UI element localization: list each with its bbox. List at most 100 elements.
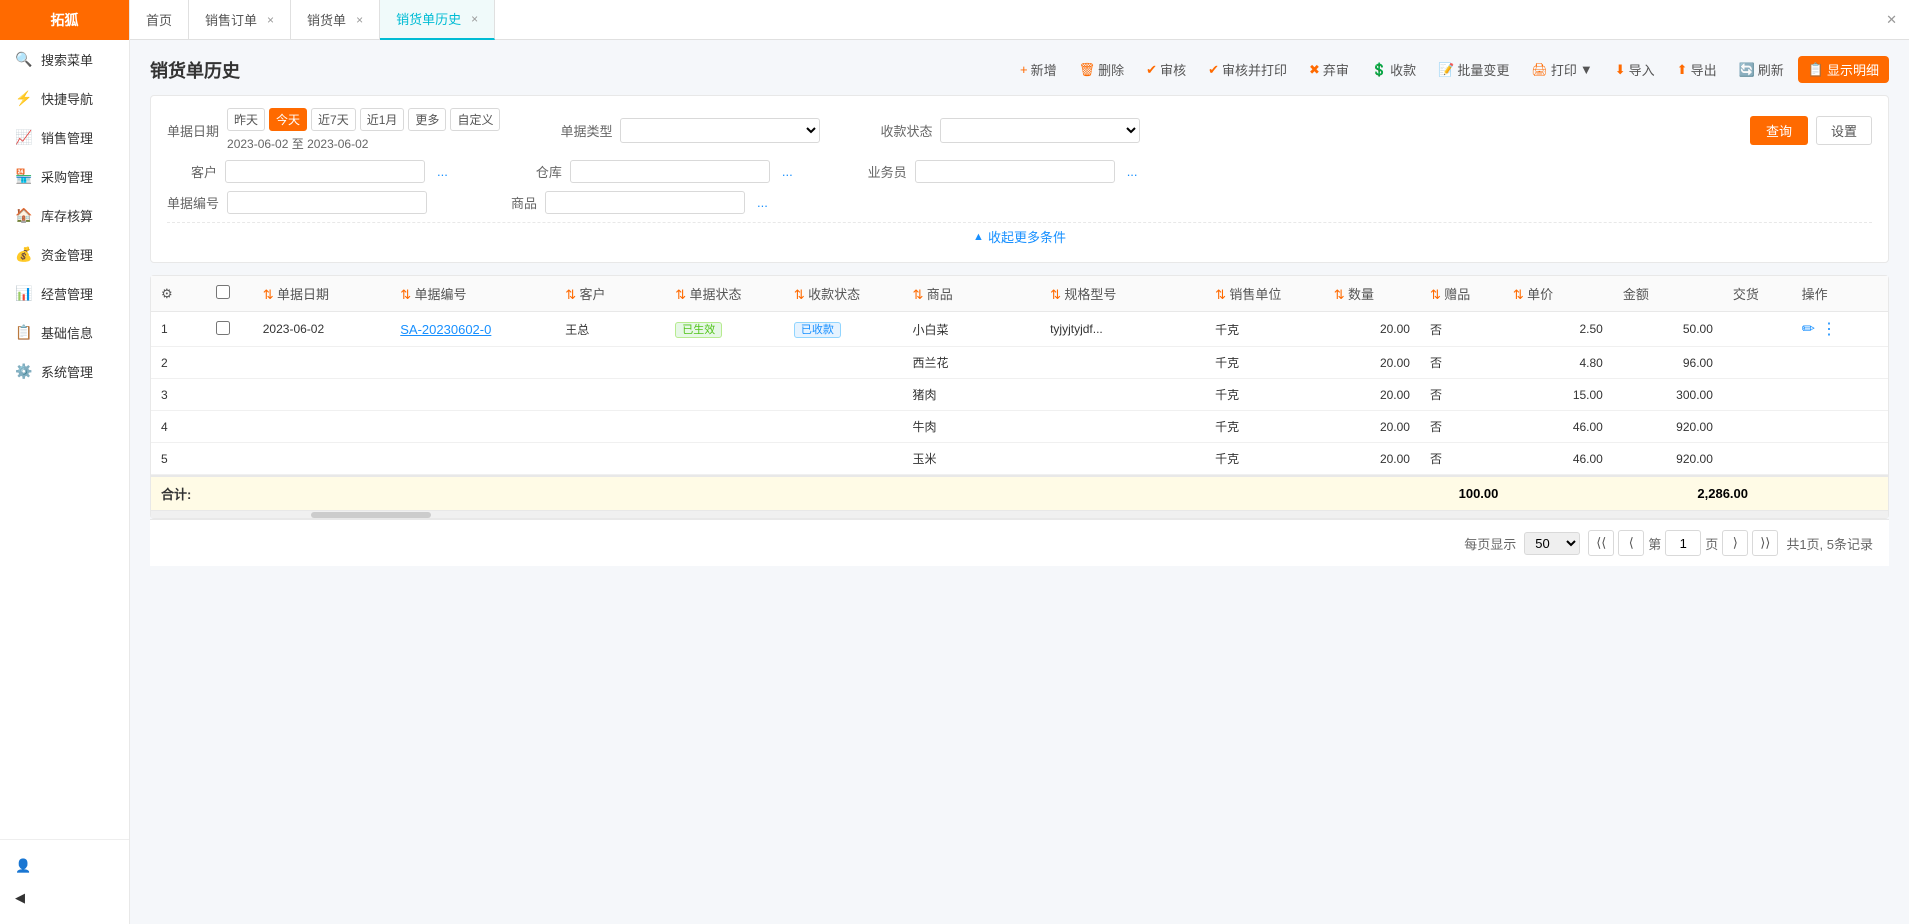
sidebar-item-purchase[interactable]: 🏪 采购管理 [0,157,129,196]
filter-salesperson: 业务员 ... [857,160,1142,183]
sidebar-item-inventory[interactable]: 🏠 库存核算 [0,196,129,235]
warehouse-ellipsis[interactable]: ... [778,164,797,179]
filter-settings-button[interactable]: 设置 [1816,116,1872,145]
more-action-btn[interactable]: ⋮ [1821,319,1837,339]
collect-button[interactable]: 💲 收款 [1363,56,1424,83]
goods-ellipsis[interactable]: ... [753,195,772,210]
sidebar-item-system[interactable]: ⚙️ 系统管理 [0,352,129,391]
row-num: 3 [151,379,206,411]
row-trade [1723,347,1792,379]
discard-button[interactable]: ✖ 弃审 [1301,56,1357,83]
delete-button[interactable]: 🗑 删除 [1071,56,1133,83]
table-header: ⚙ ⇅ 单据日期 ⇅ 单据编号 [151,276,1888,312]
sidebar-item-search[interactable]: 🔍 搜索菜单 [0,40,129,79]
review-button[interactable]: ✔ 审核 [1138,56,1194,83]
row-spec [1040,379,1205,411]
date-shortcuts: 昨天 今天 近7天 近1月 更多 自定义 [227,108,500,131]
sidebar-bottom: 👤 ◀ [0,839,129,924]
salesperson-ellipsis[interactable]: ... [1123,164,1142,179]
table-settings-icon[interactable]: ⚙ [161,286,173,301]
detail-icon: 📋 [1808,62,1824,78]
print-button[interactable]: 🖨 打印 ▼ [1523,56,1600,83]
tab-sales-history-close[interactable]: × [471,12,478,26]
sidebar-logo: 拓狐 [0,0,129,40]
search-icon: 🔍 [15,51,33,69]
edit-action-btn[interactable]: ✏ [1802,319,1815,339]
batch-icon: 📝 [1438,62,1454,78]
sidebar-item-quick[interactable]: ⚡ 快捷导航 [0,79,129,118]
money-icon: 💰 [15,246,33,264]
page-title: 销货单历史 [150,57,240,83]
customer-input[interactable] [225,160,425,183]
row-num: 4 [151,411,206,443]
table-body: 1 2023-06-02 SA-20230602-0 王总 已生效 已收款 小白… [151,312,1888,475]
date-1month[interactable]: 近1月 [360,108,405,131]
sidebar-item-label: 资金管理 [41,245,93,264]
page-next-btn[interactable]: ⟩ [1722,530,1748,556]
tab-sales-history[interactable]: 销货单历史 × [380,0,495,40]
row-qty: 20.00 [1324,312,1420,347]
tab-sales-order-label: 销售订单 [205,10,257,29]
page-last-btn[interactable]: ⟩⟩ [1752,530,1778,556]
collapse-arrow-icon: ▲ [973,231,984,243]
batch-change-button[interactable]: 📝 批量变更 [1430,56,1517,83]
tab-sales-goods-close[interactable]: × [356,13,363,27]
tab-home[interactable]: 首页 [130,0,189,40]
tab-sales-order-close[interactable]: × [267,13,274,27]
sidebar-item-basic[interactable]: 📋 基础信息 [0,313,129,352]
customer-ellipsis[interactable]: ... [433,164,452,179]
tab-close-all[interactable]: ✕ [1874,12,1909,28]
sort-icon: ⇅ [1513,287,1524,302]
col-price-header: ⇅ 单价 [1503,276,1613,312]
new-button[interactable]: + 新增 [1012,56,1065,83]
page-label: 第 [1648,534,1661,553]
date-yesterday[interactable]: 昨天 [227,108,265,131]
pay-status-select[interactable] [940,118,1140,143]
page-unit: 页 [1705,534,1718,553]
tab-sales-goods[interactable]: 销货单 × [291,0,380,40]
sort-icon: ⇅ [1334,287,1345,302]
row-unit: 千克 [1205,379,1324,411]
import-button[interactable]: ⬇ 导入 [1607,56,1663,83]
warehouse-input[interactable] [570,160,770,183]
page-prev-btn[interactable]: ⟨ [1618,530,1644,556]
sidebar-item-finance[interactable]: 💰 资金管理 [0,235,129,274]
row-amount: 920.00 [1613,443,1723,475]
filter-row-2: 客户 ... 仓库 ... 业务员 ... [167,160,1872,183]
collect-icon: 💲 [1371,62,1387,78]
tab-sales-order[interactable]: 销售订单 × [189,0,291,40]
export-button[interactable]: ⬆ 导出 [1669,56,1725,83]
review-print-icon: ✔ [1208,62,1219,78]
row-goods: 小白菜 [903,312,1041,347]
sort-icon: ⇅ [794,287,805,302]
sidebar-item-sales[interactable]: 📈 销售管理 [0,118,129,157]
sidebar-collapse-btn[interactable]: ◀ [0,882,129,914]
page-first-btn[interactable]: ⟨⟨ [1588,530,1614,556]
date-today[interactable]: 今天 [269,108,307,131]
sidebar-user-btn[interactable]: 👤 [0,850,129,882]
per-page-select[interactable]: 50 100 200 [1524,532,1580,555]
date-more[interactable]: 更多 [408,108,446,131]
date-7days[interactable]: 近7天 [311,108,356,131]
row-checkbox[interactable] [216,321,230,335]
salesperson-input[interactable] [915,160,1115,183]
row-num: 5 [151,443,206,475]
doc-no-input[interactable] [227,191,427,214]
scroll-thumb[interactable] [311,512,431,518]
select-all-checkbox[interactable] [216,285,230,299]
row-no [390,411,555,443]
sidebar-item-ops[interactable]: 📊 经营管理 [0,274,129,313]
horizontal-scrollbar[interactable] [151,510,1888,518]
filter-warehouse: 仓库 ... [512,160,797,183]
page-input[interactable] [1665,530,1701,556]
review-print-button[interactable]: ✔ 审核并打印 [1200,56,1295,83]
filter-collapse[interactable]: ▲ 收起更多条件 [167,222,1872,250]
doc-type-select[interactable] [620,118,820,143]
row-no-link[interactable]: SA-20230602-0 [400,322,491,337]
sidebar-item-label: 基础信息 [41,323,93,342]
refresh-button[interactable]: 🔄 刷新 [1731,56,1792,83]
goods-input[interactable] [545,191,745,214]
date-custom[interactable]: 自定义 [450,108,500,131]
show-detail-button[interactable]: 📋 显示明细 [1798,56,1889,83]
query-button[interactable]: 查询 [1750,116,1808,145]
